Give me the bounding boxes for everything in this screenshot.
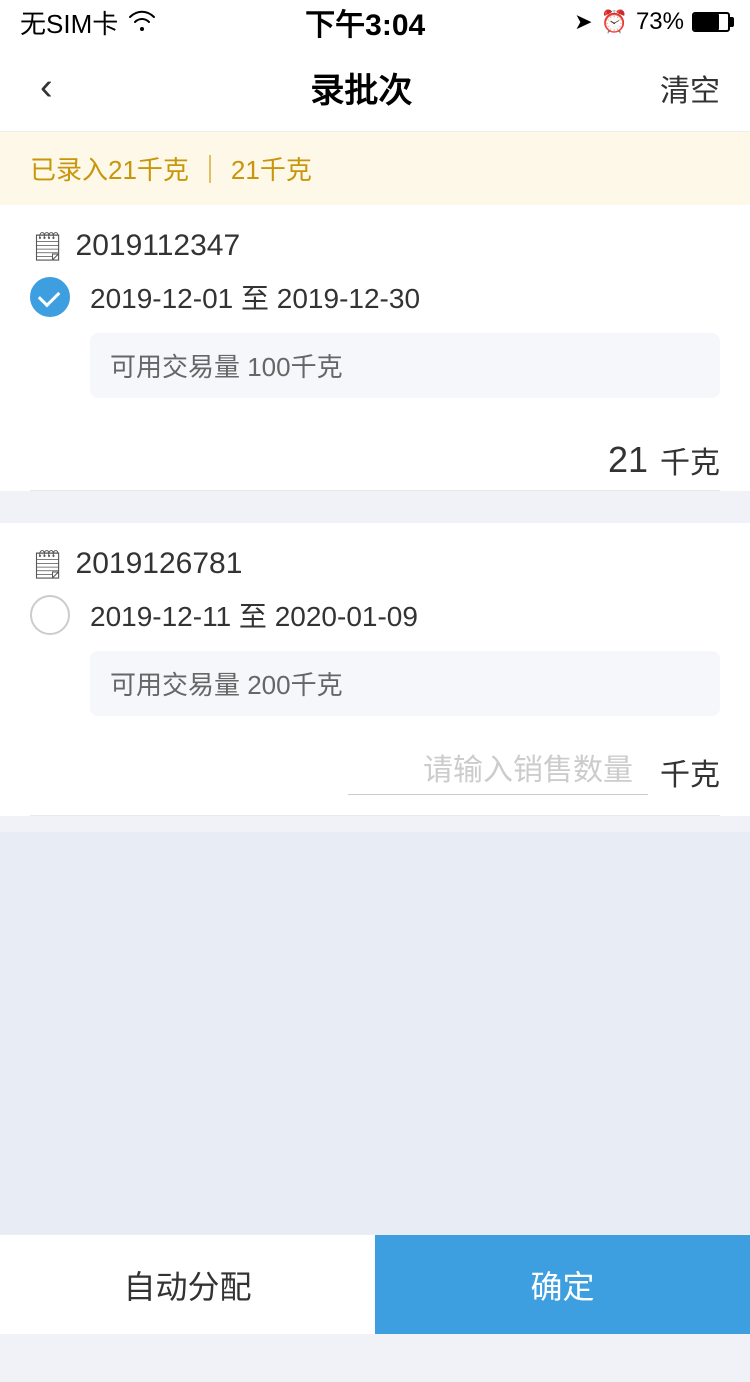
qty-input-2[interactable] [348, 748, 648, 795]
batch-id-1: 2019112347 [76, 229, 241, 263]
batch-id-row-2: 🗒 2019126781 [30, 547, 720, 581]
qty-unit-label-2: 千克 [660, 750, 720, 794]
location-icon: ➤ [574, 9, 592, 35]
batch-item-1: 🗒 2019112347 2019-12-01 至 2019-12-30 可用交… [0, 205, 750, 491]
radio-1[interactable] [30, 277, 70, 317]
content-area: 🗒 2019112347 2019-12-01 至 2019-12-30 可用交… [0, 205, 750, 1382]
recorded-label: 已录入21千克 [30, 150, 189, 187]
batch-date-row-2[interactable]: 2019-12-11 至 2020-01-09 [30, 595, 720, 635]
batch-icon-2: 🗒 [30, 548, 66, 581]
info-divider [209, 155, 211, 183]
wifi-icon [128, 7, 156, 38]
batch-id-2: 2019126781 [76, 547, 243, 581]
info-banner: 已录入21千克 21千克 [0, 132, 750, 205]
qty-input-row-2: 千克 [0, 740, 750, 815]
section-sep-1 [0, 507, 750, 523]
batch-id-row-1: 🗒 2019112347 [30, 229, 720, 263]
batch-item-2: 🗒 2019126781 2019-12-11 至 2020-01-09 可用交… [0, 523, 750, 816]
back-button[interactable]: ‹ [30, 56, 63, 119]
status-left: 无SIM卡 [20, 4, 156, 41]
qty-row-1: 21 千克 [0, 422, 750, 482]
confirm-button[interactable]: 确定 [375, 1235, 750, 1334]
status-bar: 无SIM卡 下午3:04 ➤ ⏰ 73% [0, 0, 750, 44]
radio-2[interactable] [30, 595, 70, 635]
amount-label: 21千克 [231, 150, 312, 187]
battery-label: 73% [636, 8, 684, 36]
batch-icon-1: 🗒 [30, 230, 66, 263]
clear-button[interactable]: 清空 [660, 66, 720, 110]
batch-item-1-inner: 🗒 2019112347 2019-12-01 至 2019-12-30 可用交… [0, 205, 750, 422]
auto-distribute-button[interactable]: 自动分配 [0, 1235, 375, 1334]
batch-date-row-1[interactable]: 2019-12-01 至 2019-12-30 [30, 277, 720, 317]
qty-unit-1: 千克 [660, 438, 720, 482]
battery-icon [692, 12, 730, 32]
qty-divider-1 [30, 490, 720, 491]
batch-avail-2: 可用交易量 200千克 [90, 651, 720, 716]
nav-bar: ‹ 录批次 清空 [0, 44, 750, 132]
qty-value-1: 21 [608, 439, 648, 481]
status-right: ➤ ⏰ 73% [574, 8, 730, 36]
batch-date-2: 2019-12-11 至 2020-01-09 [90, 595, 418, 635]
alarm-icon: ⏰ [601, 9, 628, 35]
carrier-label: 无SIM卡 [20, 4, 118, 41]
batch-item-2-inner: 🗒 2019126781 2019-12-11 至 2020-01-09 可用交… [0, 523, 750, 740]
status-time: 下午3:04 [305, 0, 425, 44]
batch-avail-1: 可用交易量 100千克 [90, 333, 720, 398]
qty-divider-2 [30, 815, 720, 816]
empty-area [0, 832, 750, 1272]
batch-date-1: 2019-12-01 至 2019-12-30 [90, 277, 420, 317]
page-title: 录批次 [310, 63, 412, 112]
bottom-bar: 自动分配 确定 [0, 1234, 750, 1334]
